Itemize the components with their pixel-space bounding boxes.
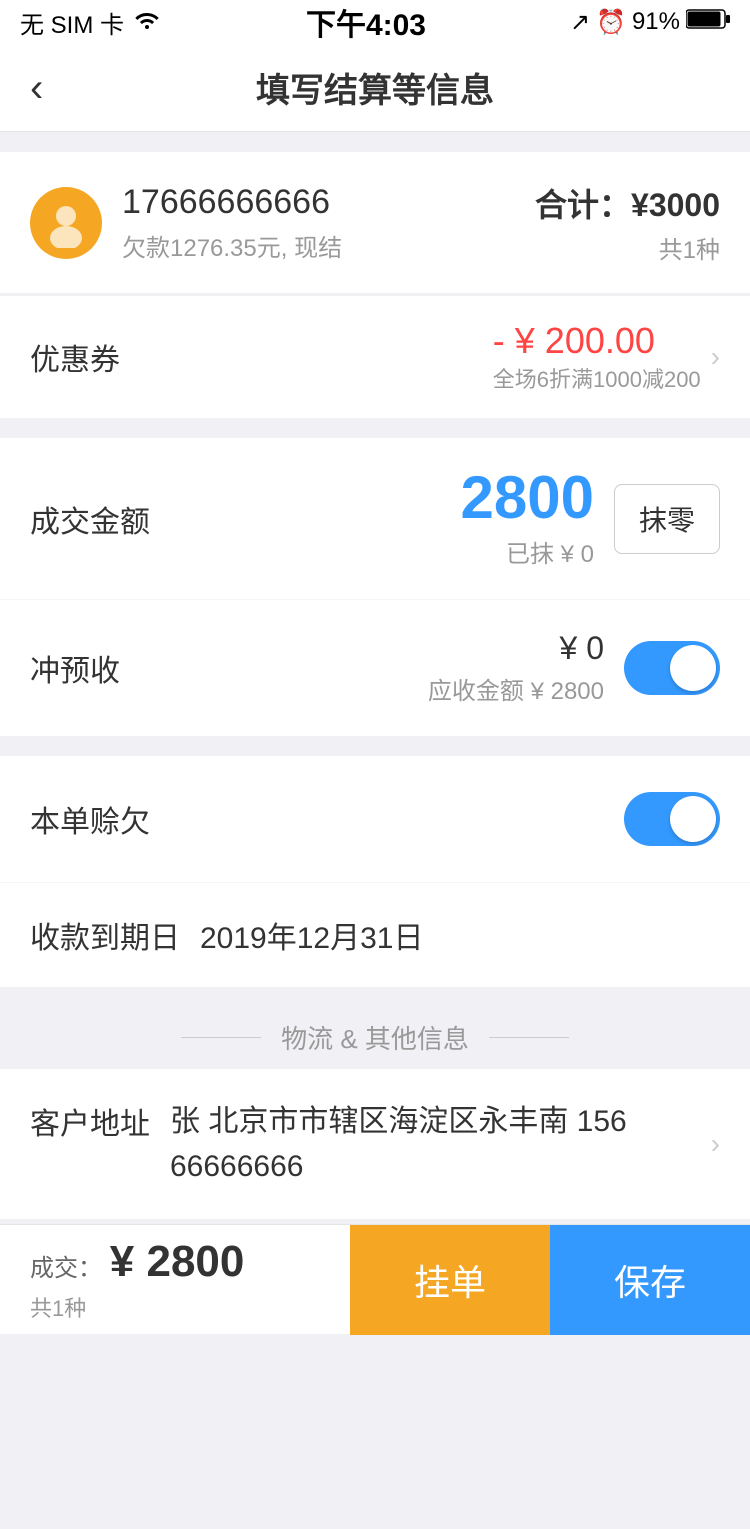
debt-section: 本单赊欠 收款到期日 2019年12月31日: [0, 756, 750, 987]
prereceive-row: 冲预收 ¥ 0 应收金额 ¥ 2800: [0, 600, 750, 736]
total-sub: 共1种: [535, 230, 720, 265]
total-label: 合计：¥3000: [535, 180, 720, 226]
customer-right: 合计：¥3000 共1种: [535, 180, 720, 265]
alarm-icon: ⏰: [596, 8, 626, 37]
bottom-summary: 成交： ¥ 2800 共1种: [0, 1237, 350, 1323]
transaction-col: 2800 已抹 ¥ 0: [461, 468, 594, 569]
prereceive-sub: 应收金额 ¥ 2800: [428, 671, 604, 706]
status-time: 下午4:03: [306, 0, 426, 44]
customer-card: 17666666666 欠款1276.35元, 现结 合计：¥3000 共1种: [0, 152, 750, 293]
duedate-label: 收款到期日: [30, 913, 180, 957]
bottom-deal-label: 成交：: [30, 1255, 102, 1282]
divider-1: [0, 418, 750, 438]
coupon-label: 优惠券: [30, 335, 120, 379]
debt-row: 本单赊欠: [0, 756, 750, 882]
bottom-deal-amount: ¥ 2800: [110, 1237, 245, 1286]
coupon-desc: 全场6折满1000减200: [493, 362, 701, 394]
coupon-info: - ¥ 200.00 全场6折满1000减200: [493, 320, 701, 394]
sim-status: 无 SIM 卡: [20, 5, 124, 40]
bottom-count: 共1种: [30, 1291, 320, 1323]
divider-2: [0, 736, 750, 756]
address-value: 张 北京市市辖区海淀区永丰南 156 66666666: [170, 1099, 701, 1189]
transaction-section: 成交金额 2800 已抹 ¥ 0 抹零 冲预收 ¥ 0 应收金额 ¥ 2800: [0, 438, 750, 736]
customer-info: 17666666666 欠款1276.35元, 现结: [122, 183, 342, 263]
duedate-value: 2019年12月31日: [200, 913, 423, 957]
customer-phone: 17666666666: [122, 183, 342, 222]
save-button[interactable]: 保存: [550, 1225, 750, 1335]
transaction-row: 成交金额 2800 已抹 ¥ 0 抹零: [0, 438, 750, 600]
coupon-amount: - ¥ 200.00: [493, 320, 701, 362]
wifi-icon: [132, 8, 162, 37]
logistics-divider: 物流 & 其他信息: [0, 1007, 750, 1067]
nav-bar: ‹ 填写结算等信息: [0, 44, 750, 132]
transaction-sub: 已抹 ¥ 0: [461, 534, 594, 569]
hold-button[interactable]: 挂单: [350, 1225, 550, 1335]
avatar: [30, 187, 102, 259]
status-bar: 无 SIM 卡 下午4:03 ↗ ⏰ 91%: [0, 0, 750, 44]
chevron-right-icon: ›: [711, 341, 720, 373]
prereceive-label: 冲预收: [30, 646, 120, 690]
transaction-right: 2800 已抹 ¥ 0 抹零: [461, 468, 721, 569]
bottom-deal-row: 成交： ¥ 2800: [30, 1237, 320, 1287]
debt-label: 本单赊欠: [30, 797, 150, 841]
customer-left: 17666666666 欠款1276.35元, 现结: [30, 183, 342, 263]
debt-toggle[interactable]: [624, 792, 720, 846]
prereceive-right: ¥ 0 应收金额 ¥ 2800: [428, 630, 720, 706]
status-left: 无 SIM 卡: [20, 5, 162, 40]
address-chevron-icon: ›: [711, 1128, 720, 1160]
status-right: ↗ ⏰ 91%: [570, 8, 730, 37]
prereceive-toggle[interactable]: [624, 641, 720, 695]
bottom-bar: 成交： ¥ 2800 共1种 挂单 保存: [0, 1224, 750, 1334]
duedate-row: 收款到期日 2019年12月31日: [0, 882, 750, 987]
round-button[interactable]: 抹零: [614, 484, 720, 554]
customer-sub: 欠款1276.35元, 现结: [122, 228, 342, 263]
transaction-label: 成交金额: [30, 497, 150, 541]
logistics-label: 物流 & 其他信息: [281, 1019, 469, 1056]
battery-level: 91%: [632, 8, 680, 36]
back-button[interactable]: ‹: [30, 68, 43, 108]
address-row[interactable]: 客户地址 张 北京市市辖区海淀区永丰南 156 66666666 ›: [0, 1069, 750, 1219]
page-title: 填写结算等信息: [256, 63, 494, 112]
transaction-amount: 2800: [461, 468, 594, 528]
prereceive-amount: ¥ 0: [428, 630, 604, 667]
coupon-row[interactable]: 优惠券 - ¥ 200.00 全场6折满1000减200 ›: [0, 295, 750, 418]
address-label: 客户地址: [30, 1099, 150, 1143]
battery-icon: [686, 8, 730, 37]
prereceive-col: ¥ 0 应收金额 ¥ 2800: [428, 630, 604, 706]
location-icon: ↗: [570, 8, 590, 37]
coupon-right: - ¥ 200.00 全场6折满1000减200 ›: [493, 320, 720, 394]
